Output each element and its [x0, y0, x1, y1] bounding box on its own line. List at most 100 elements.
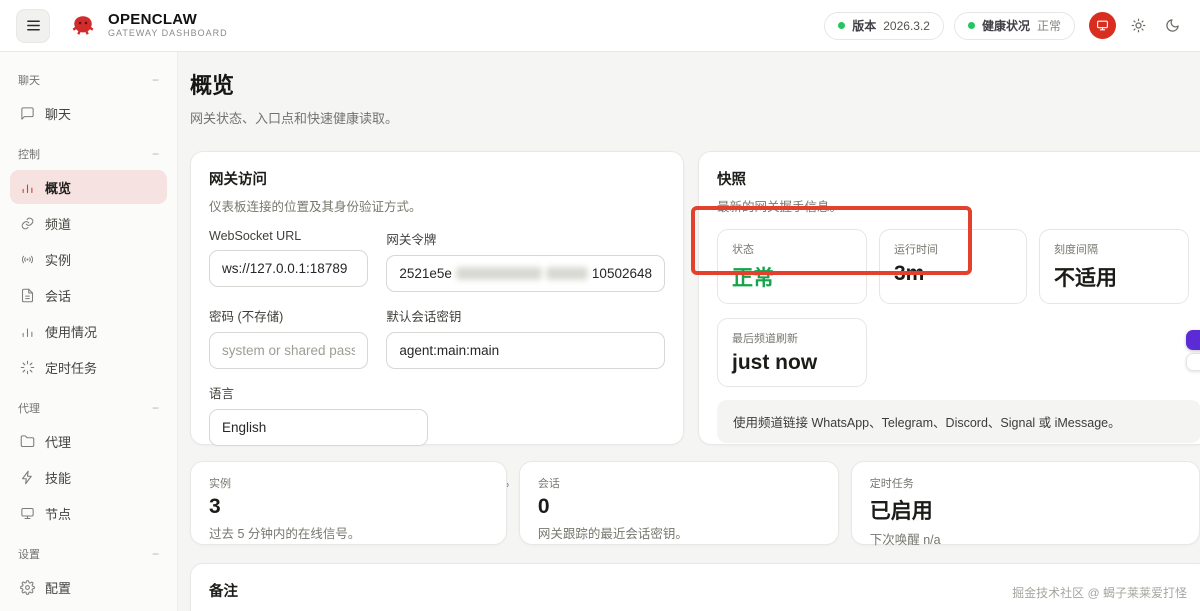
broadcast-icon	[20, 252, 35, 267]
sessions-stat-card: 会话 0 网关跟踪的最近会话密钥。	[519, 461, 839, 545]
folder-icon	[20, 434, 35, 449]
password-label: 密码 (不存储)	[209, 306, 368, 325]
sidebar-item-agents[interactable]: 代理	[10, 424, 167, 458]
snapshot-card: 快照 最新的网关握手信息。 状态 正常运行时间 3m刻度间隔 不适用 最后频道刷…	[698, 151, 1200, 445]
sidebar-section-header: 设置 −	[10, 536, 167, 570]
page-subtitle: 网关状态、入口点和快速健康读取。	[190, 108, 1200, 127]
token-masked-segment	[456, 267, 542, 280]
top-bar: OPENCLAW GATEWAY DASHBOARD 版本 2026.3.2 健…	[0, 0, 1200, 52]
snapshot-tile: 运行时间 3m	[879, 229, 1027, 304]
sidebar-item-overview[interactable]: 概览	[10, 170, 167, 204]
sidebar-item-sessions[interactable]: 会话	[10, 278, 167, 312]
sidebar-item-nodes[interactable]: 节点	[10, 496, 167, 530]
sidebar-section: 设置 − 配置调试日志	[10, 536, 167, 611]
snapshot-tile: 状态 正常	[717, 229, 867, 304]
cron-status: 已启用	[870, 495, 1181, 525]
gear-icon	[20, 580, 35, 595]
collapse-icon[interactable]: −	[152, 73, 159, 87]
sidebar-section-header: 代理 −	[10, 390, 167, 424]
instances-count: 3	[209, 495, 488, 519]
gateway-token-label: 网关令牌	[386, 229, 665, 248]
sidebar-item-skills[interactable]: 技能	[10, 460, 167, 494]
collapse-icon[interactable]: −	[152, 147, 159, 161]
language-field: 语言 English	[209, 383, 428, 446]
sidebar-section: 控制 − 概览频道实例会话使用情况定时任务	[10, 136, 167, 384]
sidebar-item-cron[interactable]: 定时任务	[10, 350, 167, 384]
session-key-input[interactable]	[386, 332, 665, 369]
notes-card: 备注 掘金技术社区 @ 蝎子莱莱爱打怪 远程控制设置的快速提醒。	[190, 563, 1200, 611]
snapshot-card-title: 快照	[717, 168, 1200, 189]
app-subtitle: GATEWAY DASHBOARD	[108, 28, 228, 39]
sidebar-item-config[interactable]: 配置	[10, 570, 167, 604]
bar-chart-icon	[20, 324, 35, 339]
status-dot-icon	[838, 22, 845, 29]
sessions-count: 0	[538, 495, 820, 519]
snapshot-tile: 刻度间隔 不适用	[1039, 229, 1189, 304]
snapshot-tile: 最后频道刷新 just now	[717, 318, 867, 387]
theme-light-button[interactable]	[1126, 14, 1150, 38]
theme-dark-button[interactable]	[1160, 14, 1184, 38]
loader-icon	[20, 360, 35, 375]
moon-icon	[1165, 18, 1180, 33]
websocket-url-field: WebSocket URL	[209, 229, 368, 292]
file-text-icon	[20, 288, 35, 303]
cron-stat-card: 定时任务 已启用 下次唤醒 n/a	[851, 461, 1200, 545]
health-badge: 健康状况 正常	[954, 12, 1075, 40]
sidebar-item-chat[interactable]: 聊天	[10, 96, 167, 130]
language-select[interactable]: English	[209, 409, 428, 446]
collapse-icon[interactable]: −	[152, 547, 159, 561]
websocket-url-label: WebSocket URL	[209, 229, 368, 243]
theme-system-button[interactable]	[1089, 12, 1116, 39]
health-value: 正常	[1037, 17, 1061, 34]
password-input[interactable]	[209, 332, 368, 369]
status-dot-icon	[968, 22, 975, 29]
language-label: 语言	[209, 383, 428, 402]
sidebar-section-header: 聊天 −	[10, 62, 167, 96]
gateway-token-input[interactable]: 2521e5e 10502648	[386, 255, 665, 292]
token-masked-segment	[546, 267, 588, 280]
monitor-icon	[1096, 19, 1109, 32]
message-square-icon	[20, 106, 35, 121]
snapshot-card-subtitle: 最新的网关握手信息。	[717, 196, 1200, 215]
token-suffix: 10502648	[592, 266, 652, 281]
watermark-text: 掘金技术社区 @ 蝎子莱莱爱打怪	[1012, 584, 1191, 601]
link-icon	[20, 216, 35, 231]
monitor-icon	[20, 506, 35, 521]
sun-icon	[1131, 18, 1146, 33]
sidebar-section-header: 控制 −	[10, 136, 167, 170]
version-value: 2026.3.2	[883, 19, 930, 33]
channels-info-banner: 使用频道链接 WhatsApp、Telegram、Discord、Signal …	[717, 400, 1200, 443]
session-key-field: 默认会话密钥	[386, 306, 665, 369]
menu-icon	[25, 17, 42, 34]
sidebar: 聊天 − 聊天 控制 − 概览频道实例会话使用情况定时任务 代理 − 代理技能节…	[0, 52, 178, 611]
sidebar-section: 聊天 − 聊天	[10, 62, 167, 130]
notes-card-title: 备注	[209, 580, 238, 601]
sidebar-item-channels[interactable]: 频道	[10, 206, 167, 240]
bar-chart-icon	[20, 180, 35, 195]
gateway-card-subtitle: 仪表板连接的位置及其身份验证方式。	[209, 196, 665, 215]
sidebar-item-usage[interactable]: 使用情况	[10, 314, 167, 348]
version-badge: 版本 2026.3.2	[824, 12, 944, 40]
app-title: OPENCLAW	[108, 12, 228, 29]
page-title: 概览	[190, 68, 1200, 100]
collapse-icon[interactable]: −	[152, 401, 159, 415]
main-content: 概览 网关状态、入口点和快速健康读取。 网关访问 仪表板连接的位置及其身份验证方…	[178, 52, 1200, 611]
session-key-label: 默认会话密钥	[386, 306, 665, 325]
zap-icon	[20, 470, 35, 485]
floating-purple-button[interactable]	[1186, 330, 1200, 350]
password-field: 密码 (不存储)	[209, 306, 368, 369]
gateway-access-card: 网关访问 仪表板连接的位置及其身份验证方式。 WebSocket URL 网关令…	[190, 151, 684, 445]
hamburger-menu-button[interactable]	[16, 9, 50, 43]
sidebar-item-instances[interactable]: 实例	[10, 242, 167, 276]
token-prefix: 2521e5e	[399, 266, 452, 281]
websocket-url-input[interactable]	[209, 250, 368, 287]
floating-white-button[interactable]	[1186, 353, 1200, 371]
edge-floating-widget	[1186, 330, 1200, 371]
sidebar-section: 代理 − 代理技能节点	[10, 390, 167, 530]
gateway-token-field: 网关令牌 2521e5e 10502648	[386, 229, 665, 292]
instances-stat-card: 实例 3 过去 5 分钟内的在线信号。	[190, 461, 507, 545]
sidebar-item-debug[interactable]: 调试	[10, 606, 167, 611]
app-logo: OPENCLAW GATEWAY DASHBOARD	[68, 11, 228, 41]
openclaw-crab-icon	[68, 11, 98, 41]
gateway-card-title: 网关访问	[209, 168, 665, 189]
